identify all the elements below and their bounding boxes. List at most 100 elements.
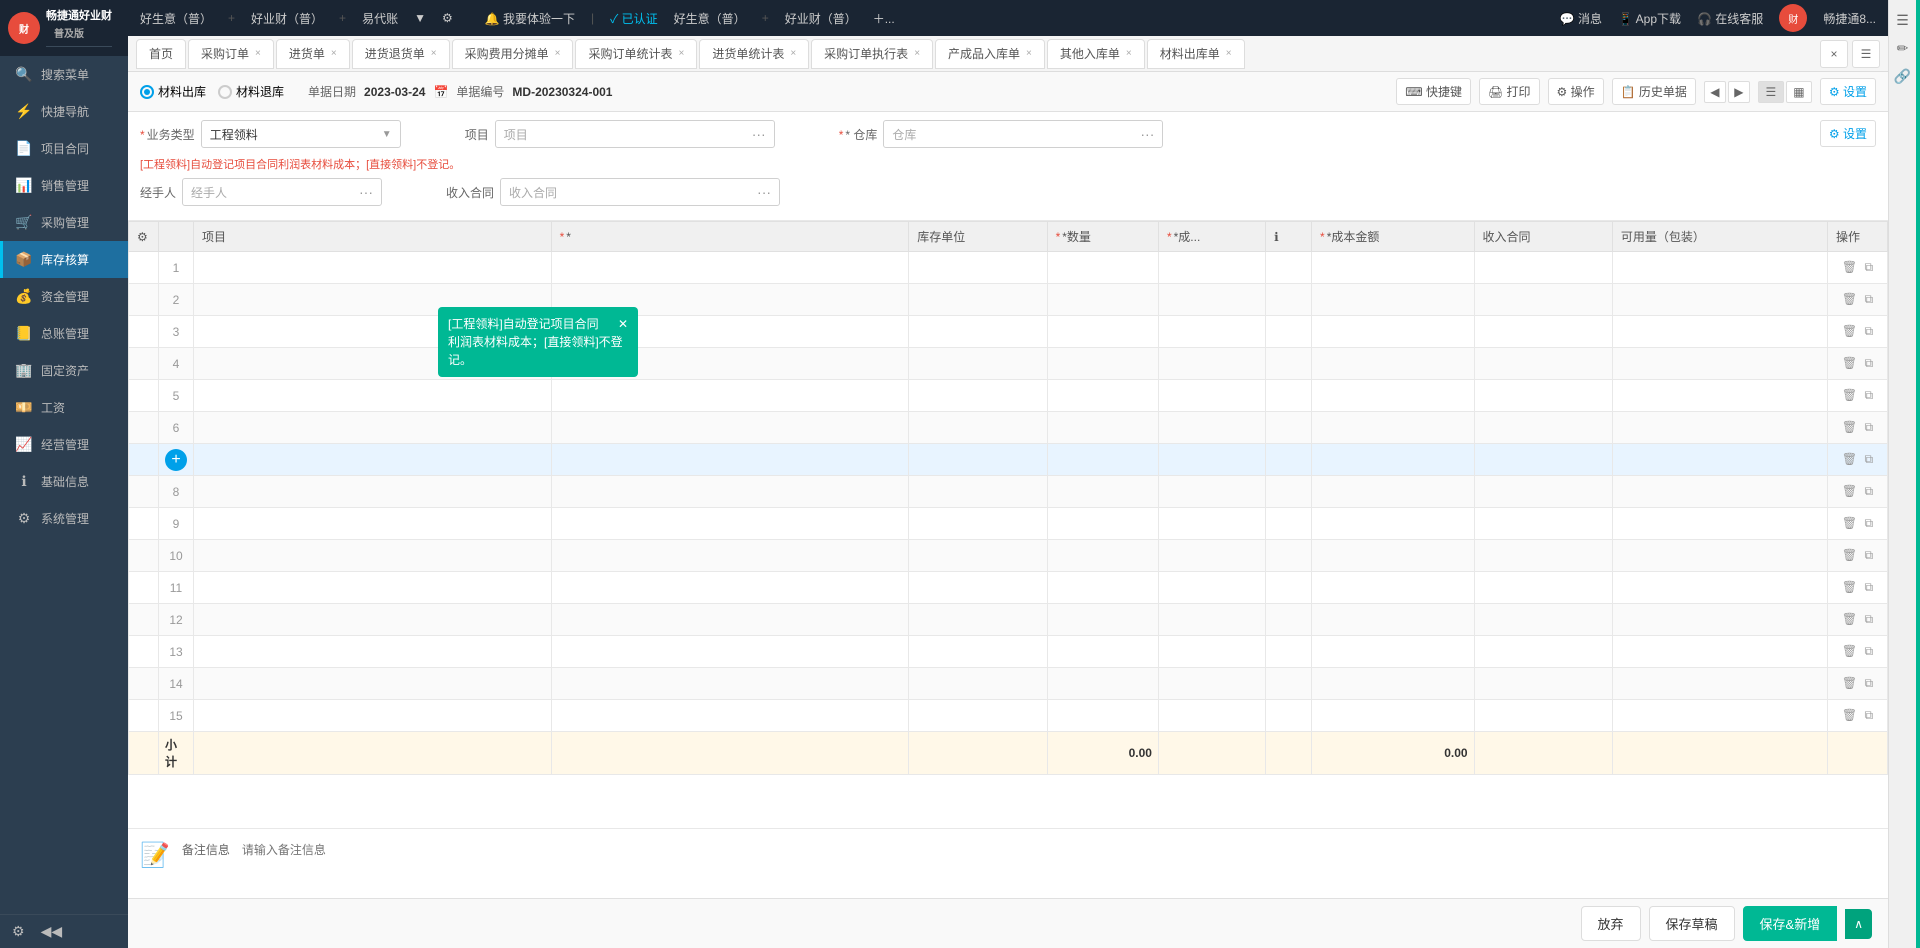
- online-service-btn[interactable]: 🎧 在线客服: [1697, 10, 1763, 27]
- tab-close-return[interactable]: ×: [431, 48, 437, 59]
- row-material-cell[interactable]: [551, 636, 909, 668]
- row-material-cell[interactable]: [551, 668, 909, 700]
- user-avatar[interactable]: 财: [1779, 4, 1807, 32]
- sidebar-item-finance[interactable]: 💰 资金管理: [0, 278, 128, 315]
- col-gear-header[interactable]: ⚙: [129, 222, 159, 252]
- radio-material-out[interactable]: 材料出库: [140, 83, 206, 100]
- nav-good-business[interactable]: 好生意（普）: [140, 10, 212, 27]
- calendar-icon[interactable]: 📅: [433, 85, 448, 99]
- row-material-cell[interactable]: [551, 412, 909, 444]
- radio-material-return[interactable]: 材料退库: [218, 83, 284, 100]
- delete-row-icon[interactable]: 🗑: [1842, 324, 1857, 338]
- row-material-cell[interactable]: [551, 444, 909, 476]
- row-project-cell[interactable]: [194, 604, 552, 636]
- copy-row-icon[interactable]: ⧉: [1865, 356, 1874, 370]
- copy-row-icon[interactable]: ⧉: [1865, 516, 1874, 530]
- delete-row-icon[interactable]: 🗑: [1842, 548, 1857, 562]
- sidebar-item-quick-nav[interactable]: ⚡ 快捷导航: [0, 93, 128, 130]
- tab-receipt-stat[interactable]: 进货单统计表×: [699, 39, 809, 69]
- row-material-cell[interactable]: [551, 700, 909, 732]
- row-project-cell[interactable]: [194, 668, 552, 700]
- sidebar-item-purchase[interactable]: 🛒 采购管理: [0, 204, 128, 241]
- tab-close-fee[interactable]: ×: [555, 48, 561, 59]
- delete-row-icon[interactable]: 🗑: [1842, 580, 1857, 594]
- tooltip-close-btn[interactable]: ✕: [618, 315, 628, 333]
- tab-purchase-fee[interactable]: 采购费用分摊单×: [452, 39, 574, 69]
- row-project-cell[interactable]: [194, 572, 552, 604]
- nav-dropdown[interactable]: ▼: [414, 11, 426, 25]
- tab-close-exec[interactable]: ×: [914, 48, 920, 59]
- row-material-cell[interactable]: [551, 572, 909, 604]
- sidebar-item-ledger[interactable]: 📒 总账管理: [0, 315, 128, 352]
- copy-row-icon[interactable]: ⧉: [1865, 484, 1874, 498]
- rp-icon-1[interactable]: ☰: [1891, 8, 1915, 32]
- delete-row-icon[interactable]: 🗑: [1842, 612, 1857, 626]
- rp-icon-3[interactable]: 🔗: [1891, 64, 1915, 88]
- list-view-btn[interactable]: ☰: [1758, 81, 1784, 103]
- collapse-icon[interactable]: ◀◀: [41, 923, 63, 940]
- row-material-cell[interactable]: [551, 252, 909, 284]
- row-project-cell[interactable]: [194, 700, 552, 732]
- copy-row-icon[interactable]: ⧉: [1865, 644, 1874, 658]
- row-material-cell[interactable]: [551, 604, 909, 636]
- row-material-cell[interactable]: [551, 476, 909, 508]
- tab-close-other[interactable]: ×: [1126, 48, 1132, 59]
- tab-menu-btn[interactable]: ☰: [1852, 40, 1880, 68]
- tab-home[interactable]: 首页: [136, 39, 186, 69]
- delete-row-icon[interactable]: 🗑: [1842, 356, 1857, 370]
- settings-btn[interactable]: ⚙ 设置: [1820, 78, 1876, 105]
- project-input[interactable]: 项目 ···: [495, 120, 775, 148]
- tab-close-stat[interactable]: ×: [678, 48, 684, 59]
- nav-more[interactable]: ＋...: [873, 10, 895, 27]
- tab-purchase-order[interactable]: 采购订单×: [188, 39, 274, 69]
- delete-row-icon[interactable]: 🗑: [1842, 484, 1857, 498]
- sidebar-item-project-contract[interactable]: 📄 项目合同: [0, 130, 128, 167]
- copy-row-icon[interactable]: ⧉: [1865, 676, 1874, 690]
- close-all-tabs-btn[interactable]: ×: [1820, 40, 1848, 68]
- delete-row-icon[interactable]: 🗑: [1842, 452, 1857, 466]
- copy-row-icon[interactable]: ⧉: [1865, 580, 1874, 594]
- copy-row-icon[interactable]: ⧉: [1865, 260, 1874, 274]
- nav-good-business-2[interactable]: 好生意（普）: [674, 10, 746, 27]
- nav-try-experience[interactable]: 🔔 我要体验一下: [485, 10, 575, 27]
- row-project-cell[interactable]: [194, 412, 552, 444]
- tab-close-receipt-stat[interactable]: ×: [790, 48, 796, 59]
- tab-purchase-exec[interactable]: 采购订单执行表×: [811, 39, 933, 69]
- delete-row-icon[interactable]: 🗑: [1842, 388, 1857, 402]
- tab-purchase-receipt[interactable]: 进货单×: [276, 39, 350, 69]
- row-project-input[interactable]: [200, 453, 545, 467]
- app-download-btn[interactable]: 📱 App下载: [1618, 10, 1681, 27]
- row-project-cell[interactable]: [194, 380, 552, 412]
- grid-view-btn[interactable]: ▦: [1786, 81, 1812, 103]
- page-settings-btn[interactable]: ⚙ 设置: [1820, 120, 1876, 147]
- sidebar-item-search[interactable]: 🔍 搜索菜单: [0, 56, 128, 93]
- save-new-btn[interactable]: 保存&新增: [1743, 906, 1838, 941]
- message-btn[interactable]: 💬 消息: [1560, 10, 1602, 27]
- tab-material-outbound[interactable]: 材料出库单×: [1147, 39, 1245, 69]
- remark-input[interactable]: [242, 837, 1876, 887]
- rp-icon-2[interactable]: ✏: [1891, 36, 1915, 60]
- row-material-cell[interactable]: [551, 380, 909, 412]
- row-material-cell[interactable]: [551, 540, 909, 572]
- shortcut-key-btn[interactable]: ⌨ 快捷键: [1396, 78, 1471, 105]
- prev-arrow[interactable]: ◀: [1704, 81, 1726, 103]
- next-arrow[interactable]: ▶: [1728, 81, 1750, 103]
- income-contract-input[interactable]: 收入合同 ···: [500, 178, 780, 206]
- copy-row-icon[interactable]: ⧉: [1865, 548, 1874, 562]
- warehouse-input[interactable]: 仓库 ···: [883, 120, 1163, 148]
- business-type-input[interactable]: 工程领料 ▼: [201, 120, 401, 148]
- sidebar-item-sales[interactable]: 📊 销售管理: [0, 167, 128, 204]
- date-value[interactable]: 2023-03-24: [364, 85, 425, 99]
- nav-verified[interactable]: ✓ 已认证: [610, 10, 658, 27]
- copy-row-icon[interactable]: ⧉: [1865, 388, 1874, 402]
- tab-product-inbound[interactable]: 产成品入库单×: [935, 39, 1045, 69]
- tab-close-product[interactable]: ×: [1026, 48, 1032, 59]
- row-project-cell[interactable]: [194, 252, 552, 284]
- sidebar-item-fixed-assets[interactable]: 🏢 固定资产: [0, 352, 128, 389]
- user-name[interactable]: 畅捷通8...: [1823, 10, 1876, 27]
- history-btn[interactable]: 📋 历史单据: [1612, 78, 1696, 105]
- sidebar-item-payroll[interactable]: 💴 工资: [0, 389, 128, 426]
- delete-row-icon[interactable]: 🗑: [1842, 420, 1857, 434]
- tab-close-material[interactable]: ×: [1226, 48, 1232, 59]
- delete-row-icon[interactable]: 🗑: [1842, 516, 1857, 530]
